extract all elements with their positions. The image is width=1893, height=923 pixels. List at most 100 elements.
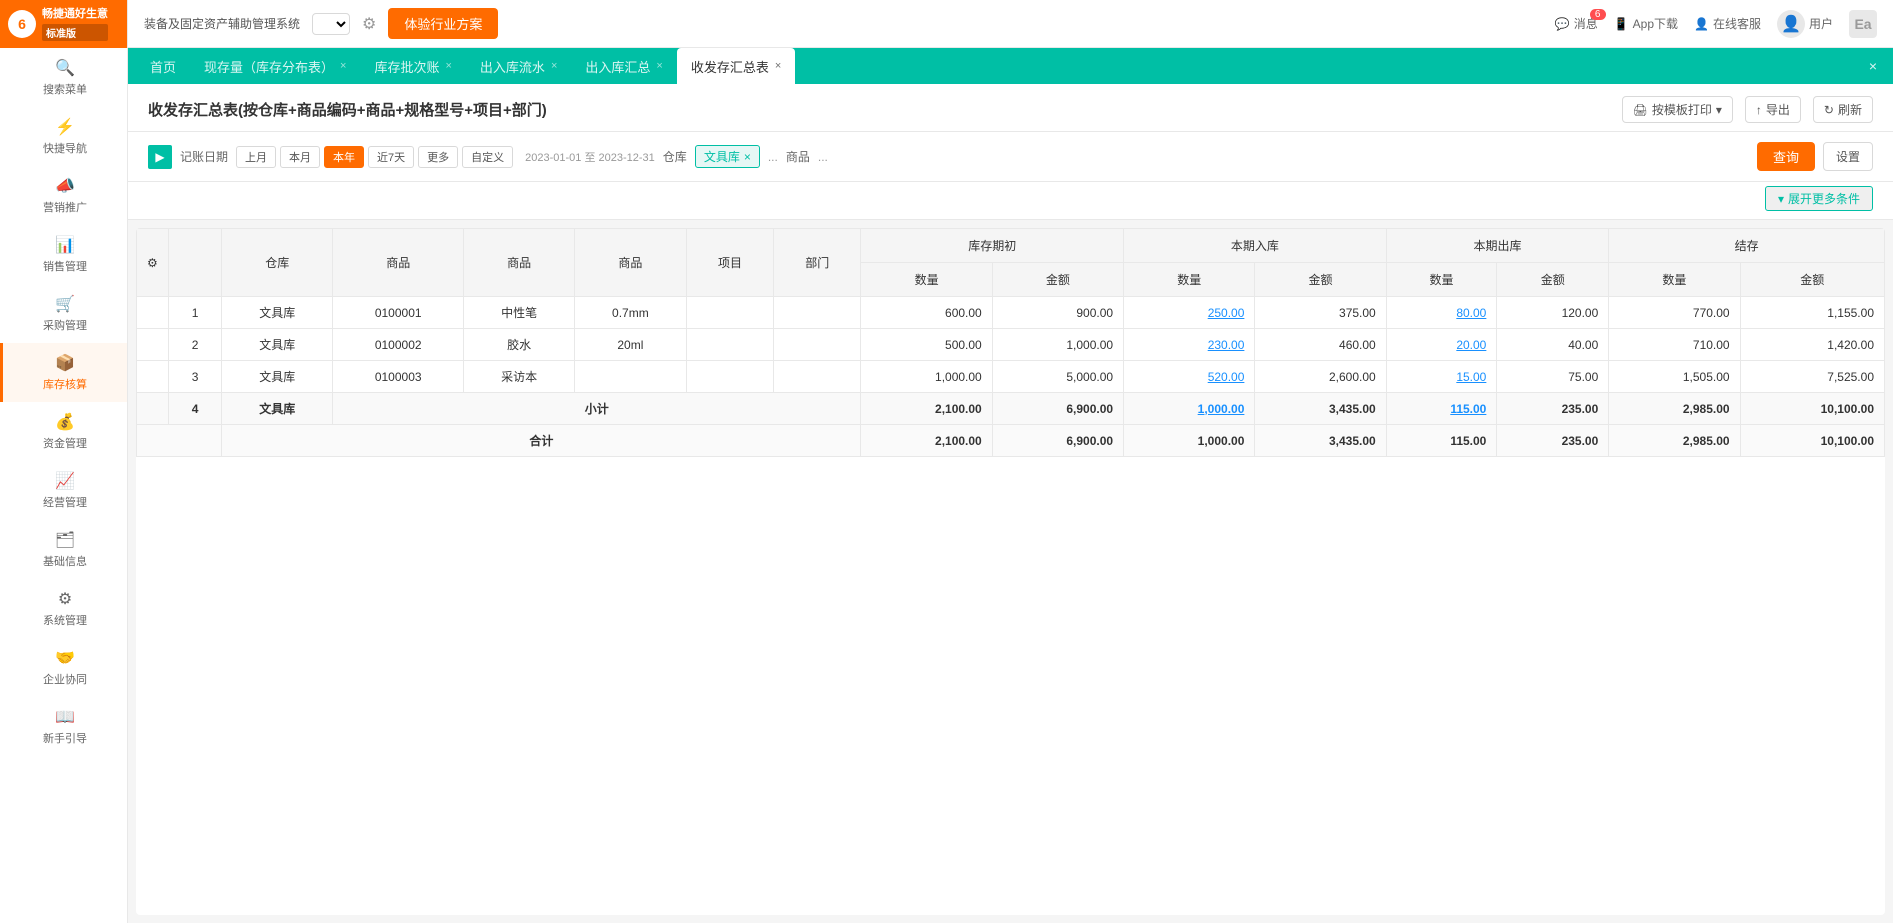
- system-title: 装备及固定资产辅助管理系统: [144, 15, 300, 32]
- refresh-icon: ↻: [1824, 103, 1834, 117]
- th-project: 项目: [686, 229, 773, 297]
- sidebar-label: 企业协同: [43, 671, 87, 687]
- subtotal-settings: [137, 393, 169, 425]
- sidebar-icon: 🛒: [55, 294, 75, 314]
- sidebar-nav: 🔍搜索菜单⚡快捷导航 📣 营销推广 📊销售管理🛒采购管理📦库存核算💰资金管理📈经营管理…: [0, 48, 127, 923]
- th-department: 部门: [774, 229, 861, 297]
- td-project: [686, 297, 773, 329]
- sidebar-item-系统管理[interactable]: ⚙系统管理: [0, 579, 127, 638]
- system-select[interactable]: [312, 13, 350, 35]
- table-row: 1 文具库 0100001 中性笔 0.7mm 600.00 900.00 25…: [137, 297, 1885, 329]
- user-action[interactable]: 👤 用户: [1777, 10, 1833, 38]
- refresh-label: 刷新: [1838, 101, 1862, 118]
- td-in-qty[interactable]: 230.00: [1124, 329, 1255, 361]
- date-btn-this-year[interactable]: 本年: [324, 146, 364, 168]
- settings-icon[interactable]: ⚙: [362, 14, 376, 34]
- td-out-qty[interactable]: 20.00: [1386, 329, 1497, 361]
- expand-conditions-btn[interactable]: ▾ 展开更多条件: [1765, 186, 1873, 211]
- td-bal-amt: 1,155.00: [1740, 297, 1884, 329]
- ea-button[interactable]: Ea: [1849, 10, 1877, 38]
- td-in-qty[interactable]: 250.00: [1124, 297, 1255, 329]
- sidebar-item-采购管理[interactable]: 🛒采购管理: [0, 284, 127, 343]
- app-download-action[interactable]: 📱 App下载: [1614, 15, 1678, 32]
- sidebar-icon: 📣: [55, 176, 75, 196]
- td-settings: [137, 297, 169, 329]
- sidebar-item-新手引导[interactable]: 📖新手引导: [0, 697, 127, 756]
- export-button[interactable]: ↑ 导出: [1745, 96, 1801, 123]
- th-row-num: [168, 229, 222, 297]
- subtotal-label: 小计: [333, 393, 861, 425]
- tab-batch[interactable]: 库存批次账 ×: [360, 48, 465, 84]
- product-more[interactable]: ...: [818, 150, 828, 164]
- td-warehouse: 文具库: [222, 297, 333, 329]
- filter-bar: ▶ 记账日期 上月 本月 本年 近7天 更多 自定义 2023-01-01 至 …: [128, 132, 1893, 182]
- tab-inventory-dist[interactable]: 现存量（库存分布表） ×: [190, 48, 360, 84]
- warehouse-tag-close[interactable]: ×: [744, 150, 751, 164]
- sidebar-item-营销推广[interactable]: 📣 营销推广: [0, 166, 127, 225]
- warehouse-more[interactable]: ...: [768, 150, 778, 164]
- subtotal-out-qty[interactable]: 115.00: [1386, 393, 1497, 425]
- tab-flow-label: 出入库流水: [480, 57, 545, 76]
- online-service-label: 在线客服: [1713, 15, 1761, 32]
- sidebar-item-企业协同[interactable]: 🤝企业协同: [0, 638, 127, 697]
- date-btn-7days[interactable]: 近7天: [368, 146, 414, 168]
- trial-button[interactable]: 体验行业方案: [388, 8, 498, 39]
- sidebar-item-快捷导航[interactable]: ⚡快捷导航: [0, 107, 127, 166]
- topbar-actions: 💬 消息 6 📱 App下载 👤 在线客服 👤 用户 Ea: [1555, 10, 1877, 38]
- total-out-amt: 235.00: [1497, 425, 1609, 457]
- total-label: 合计: [222, 425, 861, 457]
- td-out-qty[interactable]: 80.00: [1386, 297, 1497, 329]
- sidebar-item-库存核算[interactable]: 📦库存核算: [0, 343, 127, 402]
- sidebar-item-资金管理[interactable]: 💰资金管理: [0, 402, 127, 461]
- td-in-qty[interactable]: 520.00: [1124, 361, 1255, 393]
- td-department: [774, 297, 861, 329]
- total-bal-qty: 2,985.00: [1609, 425, 1740, 457]
- th-in-amt: 金额: [1255, 263, 1386, 297]
- tab-home[interactable]: 首页: [136, 48, 190, 84]
- sidebar-item-搜索菜单[interactable]: 🔍搜索菜单: [0, 48, 127, 107]
- tab-batch-close[interactable]: ×: [445, 60, 451, 72]
- sidebar-label: 库存核算: [43, 376, 87, 392]
- refresh-button[interactable]: ↻ 刷新: [1813, 96, 1873, 123]
- app-download-label: App下载: [1633, 15, 1678, 32]
- date-btn-custom[interactable]: 自定义: [462, 146, 513, 168]
- date-btn-more[interactable]: 更多: [418, 146, 458, 168]
- date-range-display: 2023-01-01 至 2023-12-31: [525, 149, 655, 165]
- tab-flow-close[interactable]: ×: [551, 60, 557, 72]
- messages-action[interactable]: 💬 消息 6: [1555, 15, 1598, 32]
- query-button[interactable]: 查询: [1757, 142, 1815, 171]
- subtotal-opening-amt: 6,900.00: [992, 393, 1123, 425]
- date-btn-last-month[interactable]: 上月: [236, 146, 276, 168]
- sidebar-item-基础信息[interactable]: 🗂基础信息: [0, 520, 127, 579]
- sidebar-label: 营销推广: [43, 199, 87, 215]
- filter-collapse-btn[interactable]: ▶: [148, 145, 172, 169]
- subtotal-in-qty[interactable]: 1,000.00: [1124, 393, 1255, 425]
- subtotal-bal-qty: 2,985.00: [1609, 393, 1740, 425]
- tab-flow[interactable]: 出入库流水 ×: [466, 48, 571, 84]
- tab-summary[interactable]: 出入库汇总 ×: [571, 48, 676, 84]
- online-service-action[interactable]: 👤 在线客服: [1694, 15, 1761, 32]
- tab-receive-summary-close[interactable]: ×: [775, 60, 781, 72]
- logo: 6 畅捷通好生意 标准版: [0, 0, 127, 48]
- td-opening-amt: 5,000.00: [992, 361, 1123, 393]
- tab-summary-close[interactable]: ×: [656, 60, 662, 72]
- th-opening-amt: 金额: [992, 263, 1123, 297]
- th-product-spec: 商品: [574, 229, 686, 297]
- product-filter-label: 商品: [786, 148, 810, 165]
- td-product-spec: [574, 361, 686, 393]
- tab-receive-summary[interactable]: 收发存汇总表 ×: [677, 48, 795, 84]
- tab-inventory-dist-close[interactable]: ×: [340, 60, 346, 72]
- sidebar-item-经营管理[interactable]: 📈经营管理: [0, 461, 127, 520]
- sidebar-icon: 🔍: [55, 58, 75, 78]
- th-opening-qty: 数量: [861, 263, 992, 297]
- date-btn-this-month[interactable]: 本月: [280, 146, 320, 168]
- print-button[interactable]: 🖨 按模板打印 ▾: [1622, 96, 1733, 123]
- set-button[interactable]: 设置: [1823, 142, 1873, 171]
- sidebar-icon: ⚙: [58, 589, 72, 609]
- th-settings[interactable]: ⚙: [137, 229, 169, 297]
- close-all-tabs[interactable]: ×: [1861, 58, 1885, 74]
- sidebar-label: 资金管理: [43, 435, 87, 451]
- main-content: 装备及固定资产辅助管理系统 ⚙ 体验行业方案 💬 消息 6 📱 App下载 👤 …: [128, 0, 1893, 923]
- td-out-qty[interactable]: 15.00: [1386, 361, 1497, 393]
- sidebar-item-销售管理[interactable]: 📊销售管理: [0, 225, 127, 284]
